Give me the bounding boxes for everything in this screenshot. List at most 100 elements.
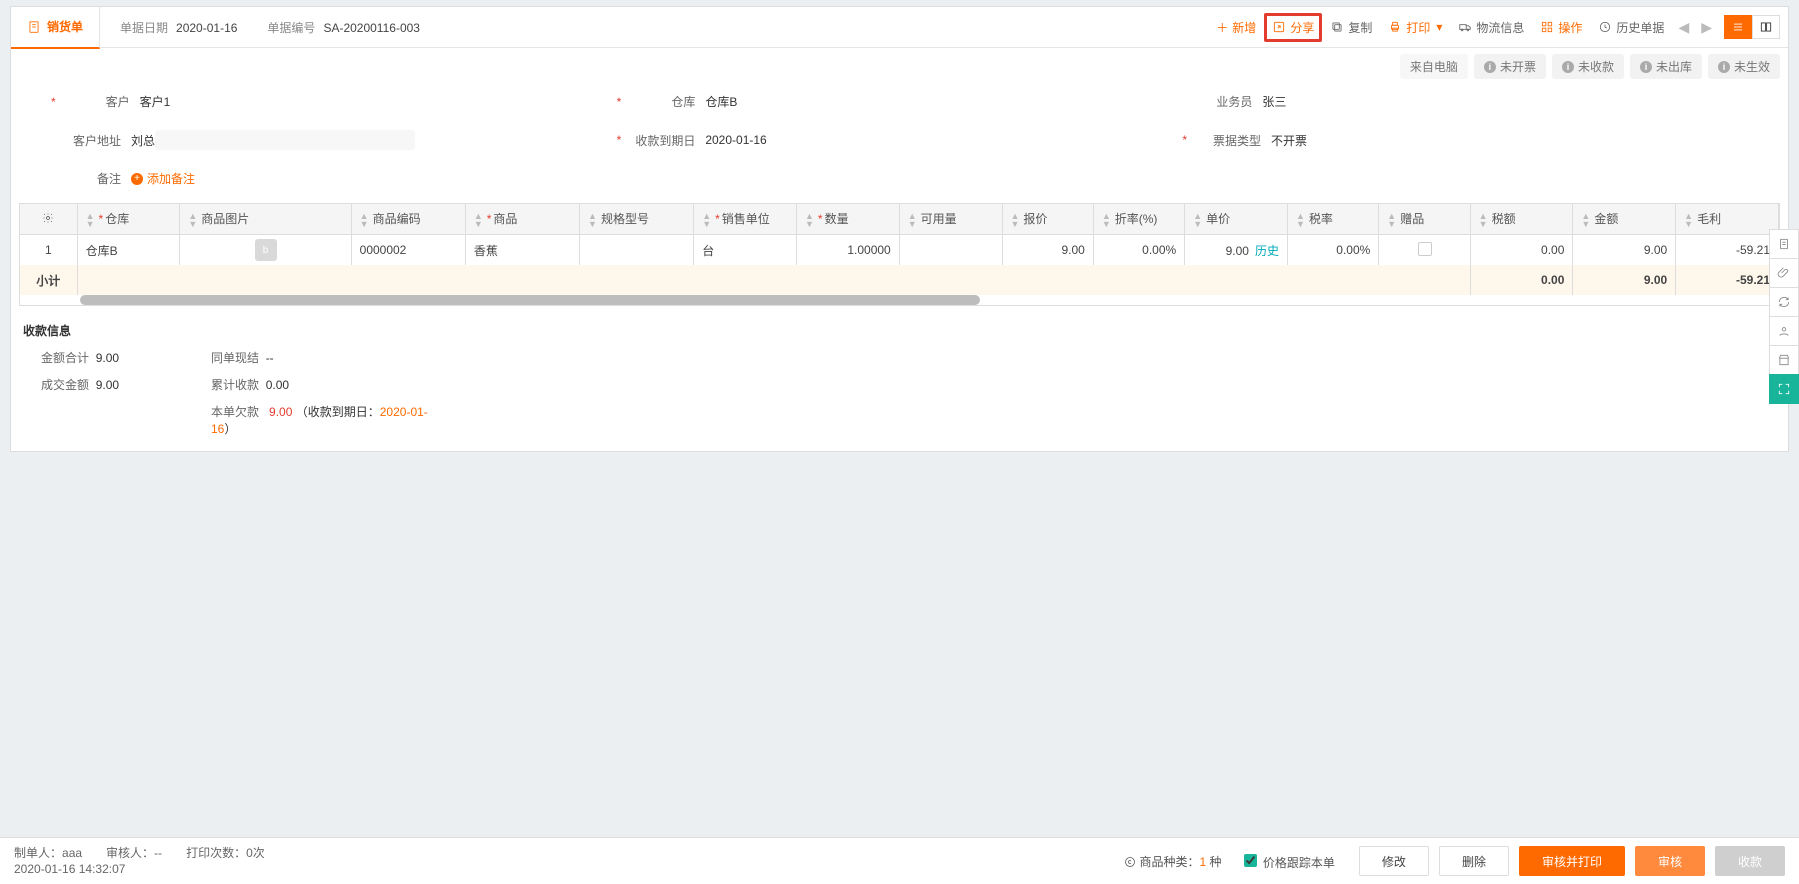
tab-label: 销货单 [47, 18, 83, 35]
meta-date: 2020-01-16 [176, 21, 237, 35]
auditor: -- [154, 846, 162, 860]
salesman-value: 张三 [1262, 93, 1286, 110]
view-list-button[interactable] [1724, 15, 1752, 39]
status-effect[interactable]: i未生效 [1708, 54, 1780, 79]
rail-attach-button[interactable] [1769, 258, 1799, 288]
share-icon [1272, 20, 1286, 34]
table-row[interactable]: 1 仓库B b 0000002 香蕉 台 1.00000 9.00 0.00% … [20, 235, 1779, 266]
info-icon: i [1718, 61, 1730, 73]
view-card-button[interactable] [1752, 15, 1780, 39]
due-suffix: ） [224, 422, 236, 436]
table-subtotal-row: 小计 0.00 9.00 -59.21 [20, 265, 1779, 295]
gear-icon [42, 212, 54, 224]
price-history-link[interactable]: 历史 [1255, 244, 1279, 258]
meta-no: SA-20200116-003 [323, 21, 420, 35]
follow-checkbox-label[interactable]: 价格跟踪本单 [1240, 851, 1335, 871]
acc-label: 累计收款 [211, 378, 259, 392]
col-img[interactable]: ▲▼商品图片 [180, 204, 351, 235]
share-button[interactable]: 分享 [1272, 19, 1314, 36]
subtotal-profit: -59.21 [1676, 265, 1779, 295]
prev-arrow[interactable]: ◀ [1672, 19, 1695, 36]
timestamp: 2020-01-16 14:32:07 [14, 861, 265, 877]
meta-no-label: 单据编号 [267, 21, 315, 35]
ops-button[interactable]: 操作 [1532, 13, 1590, 42]
cell-product: 香蕉 [465, 235, 579, 266]
col-unit[interactable]: ▲▼*销售单位 [694, 204, 797, 235]
col-profit[interactable]: ▲▼毛利 [1676, 204, 1779, 235]
cell-price: 9.00历史 [1185, 235, 1288, 266]
footer-meta: 制单人：aaa 审核人：-- 打印次数：0次 2020-01-16 14:32:… [14, 845, 265, 877]
field-customer: *客户 客户1 [51, 93, 617, 110]
field-warehouse: *仓库 仓库B [617, 93, 1183, 110]
modify-button[interactable]: 修改 [1359, 846, 1429, 876]
expand-icon [1777, 382, 1791, 396]
col-avail[interactable]: ▲▼可用量 [899, 204, 1002, 235]
grid-icon [1540, 20, 1554, 34]
col-product[interactable]: ▲▼*商品 [465, 204, 579, 235]
debt-label: 本单欠款 [211, 405, 259, 419]
list-icon [1731, 20, 1745, 34]
col-code[interactable]: ▲▼商品编码 [351, 204, 465, 235]
invoice-type-value: 不开票 [1271, 132, 1307, 149]
shop-icon [1777, 353, 1791, 367]
due-date-value: 2020-01-16 [705, 133, 766, 147]
add-remark-button[interactable]: + 添加备注 [131, 170, 195, 187]
rail-shop-button[interactable] [1769, 345, 1799, 375]
paperclip-icon [1777, 266, 1791, 280]
same-value: -- [266, 351, 274, 365]
gift-checkbox[interactable] [1418, 242, 1432, 256]
next-arrow[interactable]: ▶ [1695, 19, 1718, 36]
info-icon: i [1484, 61, 1496, 73]
sales-order-icon [27, 20, 41, 34]
new-button[interactable]: ＋新增 [1208, 13, 1264, 42]
copy-button[interactable]: 复制 [1322, 13, 1380, 42]
refresh-icon [1777, 295, 1791, 309]
logistics-button[interactable]: 物流信息 [1450, 13, 1532, 42]
col-settings[interactable] [20, 204, 77, 235]
rail-expand-button[interactable] [1769, 374, 1799, 404]
field-remark: 备注 + 添加备注 [51, 170, 617, 187]
col-warehouse[interactable]: ▲▼*仓库 [77, 204, 180, 235]
audit-button[interactable]: 审核 [1635, 846, 1705, 876]
status-receipt[interactable]: i未收款 [1552, 54, 1624, 79]
kinds-info: 商品种类：1 种 [1124, 853, 1221, 870]
col-discount[interactable]: ▲▼折率(%) [1093, 204, 1184, 235]
col-quote[interactable]: ▲▼报价 [1002, 204, 1093, 235]
address-masked [155, 130, 415, 150]
delete-button[interactable]: 删除 [1439, 846, 1509, 876]
status-invoice[interactable]: i未开票 [1474, 54, 1546, 79]
rail-refresh-button[interactable] [1769, 287, 1799, 317]
tab-sales-order[interactable]: 销货单 [11, 7, 100, 49]
scrollbar-thumb[interactable] [80, 295, 980, 305]
cell-spec [580, 235, 694, 266]
col-tax[interactable]: ▲▼税额 [1470, 204, 1573, 235]
col-taxrate[interactable]: ▲▼税率 [1287, 204, 1378, 235]
field-salesman: 业务员 张三 [1182, 93, 1748, 110]
user-icon [1777, 324, 1791, 338]
cell-img: b [180, 235, 351, 266]
field-due-date: *收款到期日 2020-01-16 [617, 130, 1183, 150]
follow-checkbox[interactable] [1244, 854, 1257, 867]
audit-print-button[interactable]: 审核并打印 [1519, 846, 1625, 876]
cell-qty: 1.00000 [796, 235, 899, 266]
col-spec[interactable]: ▲▼规格型号 [580, 204, 694, 235]
field-address: 客户地址 刘总 [51, 130, 617, 150]
cell-unit: 台 [694, 235, 797, 266]
history-button[interactable]: 历史单据 [1590, 13, 1672, 42]
print-button[interactable]: 打印 ▾ [1380, 13, 1450, 42]
clock-icon [1598, 20, 1612, 34]
horizontal-scrollbar[interactable] [20, 295, 1779, 305]
cell-warehouse: 仓库B [77, 235, 180, 266]
col-qty[interactable]: ▲▼*数量 [796, 204, 899, 235]
creator: aaa [62, 846, 82, 860]
total-value: 9.00 [96, 351, 119, 365]
rail-user-button[interactable] [1769, 316, 1799, 346]
plus-icon: ＋ [1216, 19, 1228, 36]
col-gift[interactable]: ▲▼赠品 [1379, 204, 1470, 235]
col-amount[interactable]: ▲▼金额 [1573, 204, 1676, 235]
cell-code: 0000002 [351, 235, 465, 266]
status-outbound[interactable]: i未出库 [1630, 54, 1702, 79]
col-price[interactable]: ▲▼单价 [1185, 204, 1288, 235]
debt-value: 9.00 [269, 405, 292, 419]
rail-note-button[interactable] [1769, 229, 1799, 259]
